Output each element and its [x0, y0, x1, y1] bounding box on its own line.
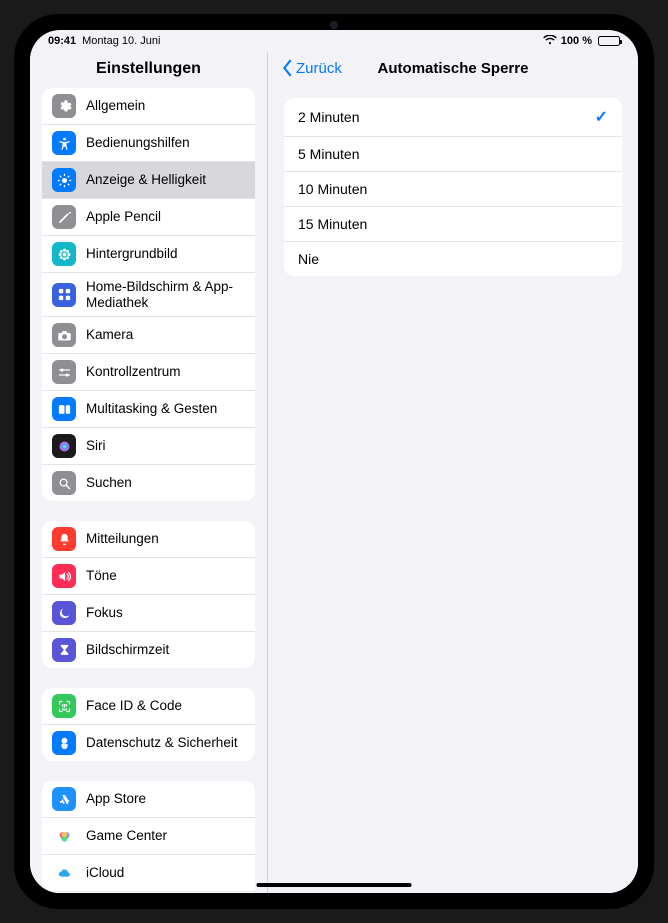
- siri-icon: [52, 434, 76, 458]
- sidebar-item-label: Allgemein: [86, 98, 145, 114]
- sidebar-item-faceid[interactable]: Face ID & Code: [42, 688, 255, 725]
- speaker-icon: [52, 564, 76, 588]
- magnify-icon: [52, 471, 76, 495]
- option-label: 10 Minuten: [298, 181, 367, 197]
- sidebar-item-focus[interactable]: Fokus: [42, 595, 255, 632]
- bell-icon: [52, 527, 76, 551]
- pencil-icon: [52, 205, 76, 229]
- auto-lock-options: 2 Minuten ✓ 5 Minuten 10 Minuten 15 Minuten N…: [284, 98, 622, 276]
- front-camera: [330, 21, 338, 29]
- sidebar-item-label: iCloud: [86, 865, 124, 881]
- switches-icon: [52, 360, 76, 384]
- sidebar-item-privacy[interactable]: Datenschutz & Sicherheit: [42, 725, 255, 761]
- sidebar-item-label: Anzeige & Helligkeit: [86, 172, 206, 188]
- back-label: Zurück: [296, 60, 342, 77]
- sidebar-item-label: Kamera: [86, 327, 133, 343]
- sidebar-item-label: Hintergrundbild: [86, 246, 178, 262]
- sidebar-item-accessibility[interactable]: Bedienungshilfen: [42, 125, 255, 162]
- sidebar-group: Allgemein Bedienungshilfen Anzeige & Helli…: [42, 88, 255, 501]
- sidebar-item-camera[interactable]: Kamera: [42, 317, 255, 354]
- grid-icon: [52, 283, 76, 307]
- sidebar-item-general[interactable]: Allgemein: [42, 88, 255, 125]
- sidebar-item-label: Kontrollzentrum: [86, 364, 181, 380]
- sidebar-item-label: Bedienungshilfen: [86, 135, 190, 151]
- sun-icon: [52, 168, 76, 192]
- appstore-icon: [52, 787, 76, 811]
- sidebar-item-label: App Store: [86, 791, 146, 807]
- sidebar-item-app-store[interactable]: App Store: [42, 781, 255, 818]
- sidebar-item-label: Datenschutz & Sicherheit: [86, 735, 238, 751]
- chevron-left-icon: [280, 59, 294, 77]
- gamecenter-icon: [52, 824, 76, 848]
- sidebar-item-search[interactable]: Suchen: [42, 465, 255, 501]
- accessibility-icon: [52, 131, 76, 155]
- sidebar-item-apple-pencil[interactable]: Apple Pencil: [42, 199, 255, 236]
- sidebar-group: Face ID & Code Datenschutz & Sicherheit: [42, 688, 255, 761]
- option-label: 5 Minuten: [298, 146, 359, 162]
- auto-lock-option[interactable]: 2 Minuten ✓: [284, 98, 622, 137]
- hand-icon: [52, 731, 76, 755]
- sidebar-item-wallet[interactable]: Wallet & Apple Pay: [42, 892, 255, 893]
- sidebar-group: Mitteilungen Töne Fokus Bildschirmzeit: [42, 521, 255, 668]
- camera-icon: [52, 323, 76, 347]
- sidebar-item-siri[interactable]: Siri: [42, 428, 255, 465]
- auto-lock-option[interactable]: 5 Minuten: [284, 137, 622, 172]
- sidebar-item-label: Siri: [86, 438, 106, 454]
- detail-title: Automatische Sperre: [378, 60, 529, 77]
- sidebar-item-sounds[interactable]: Töne: [42, 558, 255, 595]
- checkmark-icon: ✓: [595, 107, 608, 127]
- sidebar-item-label: Home-Bildschirm & App-Mediathek: [86, 279, 245, 310]
- flower-icon: [52, 242, 76, 266]
- sidebar-item-multitasking[interactable]: Multitasking & Gesten: [42, 391, 255, 428]
- status-date: Montag 10. Juni: [82, 35, 160, 47]
- option-label: 2 Minuten: [298, 109, 359, 125]
- moon-icon: [52, 601, 76, 625]
- detail-header: Zurück Automatische Sperre: [268, 52, 638, 90]
- rectangles-icon: [52, 397, 76, 421]
- auto-lock-option[interactable]: 15 Minuten: [284, 207, 622, 242]
- sidebar-item-label: Apple Pencil: [86, 209, 161, 225]
- sidebar-item-game-center[interactable]: Game Center: [42, 818, 255, 855]
- sidebar-item-label: Game Center: [86, 828, 167, 844]
- sidebar-item-screen-time[interactable]: Bildschirmzeit: [42, 632, 255, 668]
- sidebar-item-label: Multitasking & Gesten: [86, 401, 217, 417]
- sidebar-item-label: Mitteilungen: [86, 531, 159, 547]
- faceid-icon: [52, 694, 76, 718]
- battery-text: 100 %: [561, 35, 592, 47]
- sidebar-item-control-center[interactable]: Kontrollzentrum: [42, 354, 255, 391]
- sidebar-item-wallpaper[interactable]: Hintergrundbild: [42, 236, 255, 273]
- option-label: 15 Minuten: [298, 216, 367, 232]
- hourglass-icon: [52, 638, 76, 662]
- sidebar-item-icloud[interactable]: iCloud: [42, 855, 255, 892]
- sidebar-item-label: Suchen: [86, 475, 132, 491]
- sidebar-item-home-screen[interactable]: Home-Bildschirm & App-Mediathek: [42, 273, 255, 317]
- screen: 09:41 Montag 10. Juni 100 % Einstellunge…: [30, 30, 638, 893]
- gear-icon: [52, 94, 76, 118]
- home-indicator[interactable]: [257, 883, 412, 887]
- sidebar-group: App Store Game Center iCloud Wallet & Apple…: [42, 781, 255, 893]
- sidebar-item-label: Töne: [86, 568, 117, 584]
- sidebar-item-display[interactable]: Anzeige & Helligkeit: [42, 162, 255, 199]
- sidebar-item-label: Face ID & Code: [86, 698, 182, 714]
- back-button[interactable]: Zurück: [280, 59, 342, 77]
- wifi-icon: [543, 35, 557, 48]
- sidebar-title: Einstellungen: [30, 52, 267, 88]
- auto-lock-option[interactable]: 10 Minuten: [284, 172, 622, 207]
- battery-icon: [598, 36, 620, 46]
- settings-sidebar: Einstellungen AllgemeinBedienungshilfenA…: [30, 52, 268, 893]
- status-time: 09:41: [48, 35, 76, 47]
- option-label: Nie: [298, 251, 319, 267]
- detail-pane: Zurück Automatische Sperre 2 Minuten ✓ 5 M…: [268, 52, 638, 893]
- sidebar-item-notifications[interactable]: Mitteilungen: [42, 521, 255, 558]
- status-bar: 09:41 Montag 10. Juni 100 %: [30, 30, 638, 52]
- auto-lock-option[interactable]: Nie: [284, 242, 622, 276]
- device-frame: 09:41 Montag 10. Juni 100 % Einstellunge…: [14, 14, 654, 909]
- sidebar-item-label: Fokus: [86, 605, 123, 621]
- cloud-icon: [52, 861, 76, 885]
- sidebar-item-label: Bildschirmzeit: [86, 642, 169, 658]
- sidebar-scroll[interactable]: Allgemein Bedienungshilfen Anzeige & Helli…: [30, 88, 267, 893]
